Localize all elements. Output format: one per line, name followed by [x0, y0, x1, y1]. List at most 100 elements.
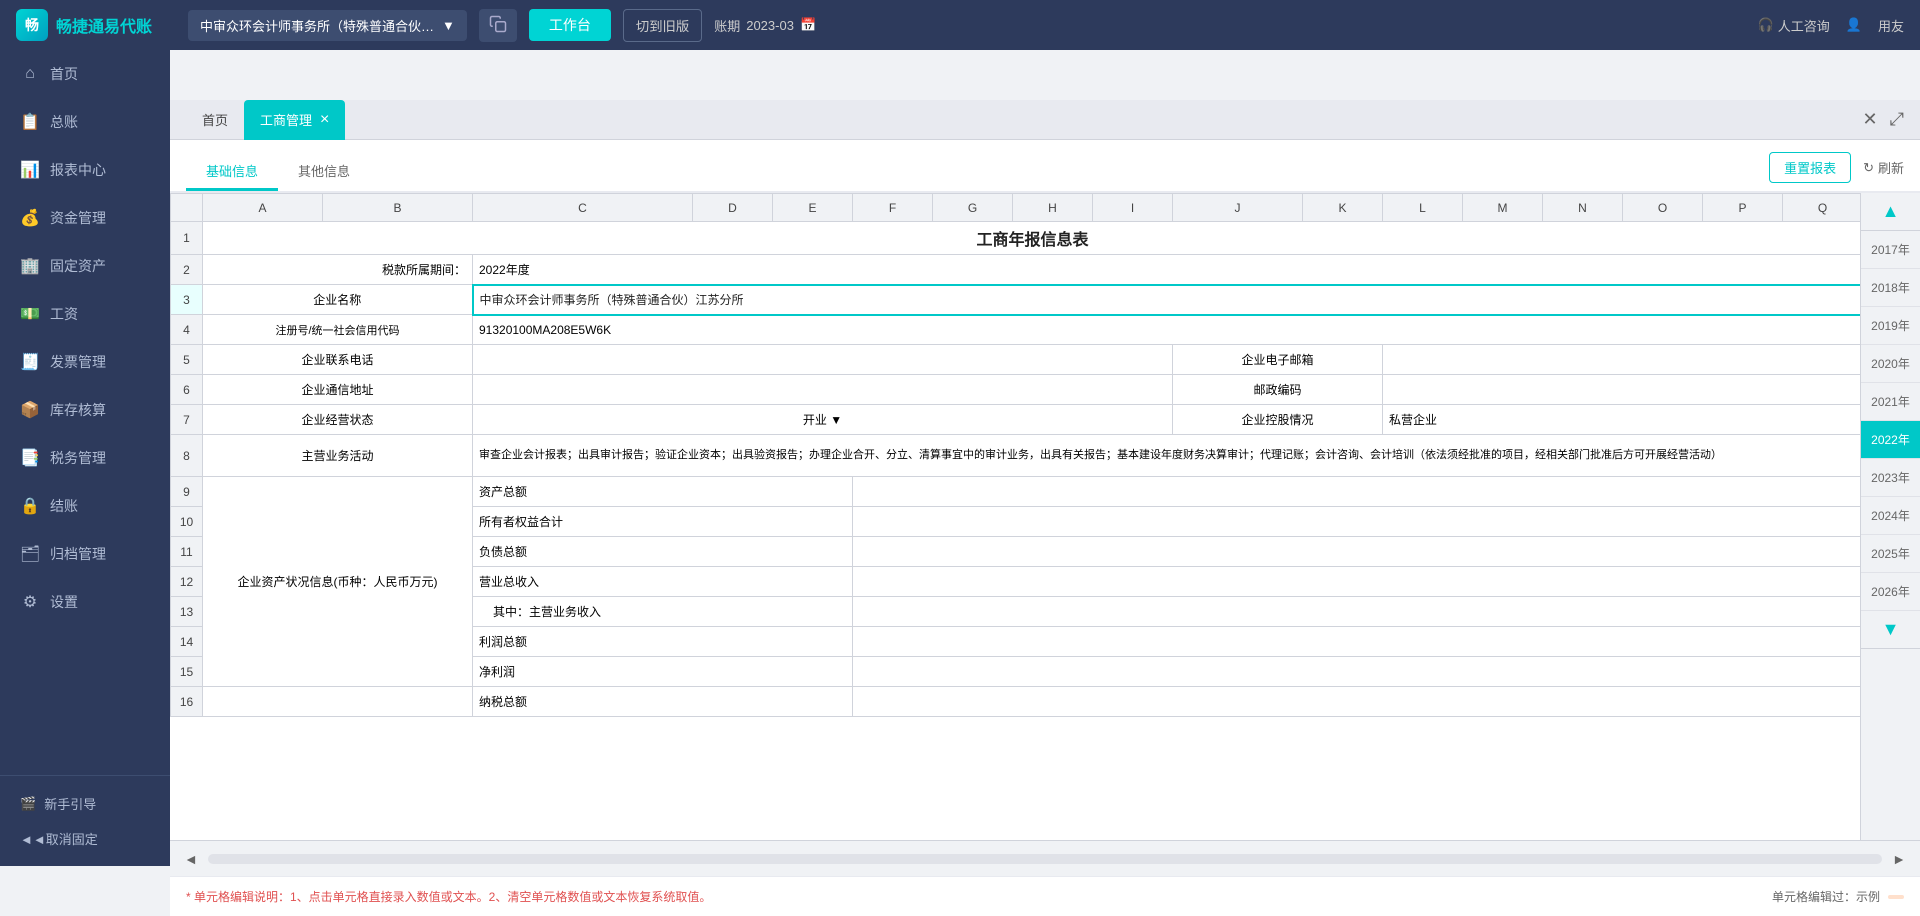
- year-item-2023[interactable]: 2023年: [1861, 459, 1920, 497]
- year-item-2024[interactable]: 2024年: [1861, 497, 1920, 535]
- support-button[interactable]: 🎧 人工咨询: [1758, 16, 1830, 35]
- sidebar-item-finance[interactable]: 💰 资金管理: [0, 194, 170, 242]
- refresh-button[interactable]: ↻ 刷新: [1863, 158, 1904, 177]
- cell-8-AB[interactable]: 主营业务活动: [203, 435, 473, 477]
- reset-report-button[interactable]: 重置报表: [1769, 152, 1851, 183]
- cell-7-C[interactable]: 开业 ▼: [473, 405, 1173, 435]
- cell-6-J[interactable]: 邮政编码: [1173, 375, 1383, 405]
- col-header-D[interactable]: D: [693, 194, 773, 222]
- close-tab-icon[interactable]: ✕: [1863, 109, 1878, 130]
- cell-11-C[interactable]: 负债总额: [473, 537, 853, 567]
- cell-13-C[interactable]: 其中：主营业务收入: [473, 597, 853, 627]
- col-header-H[interactable]: H: [1013, 194, 1093, 222]
- sidebar-item-tax[interactable]: 📑 税务管理: [0, 434, 170, 482]
- col-header-M[interactable]: M: [1463, 194, 1543, 222]
- cell-15-C[interactable]: 净利润: [473, 657, 853, 687]
- sidebar-item-asset[interactable]: 🏢 固定资产: [0, 242, 170, 290]
- year-up-button[interactable]: ▲: [1861, 193, 1920, 231]
- cell-7-AB[interactable]: 企业经营状态: [203, 405, 473, 435]
- unpin-button[interactable]: ◄◄取消固定: [20, 821, 150, 856]
- cell-6-L[interactable]: [1383, 375, 1861, 405]
- year-down-button[interactable]: ▼: [1861, 611, 1920, 649]
- tab-home[interactable]: 首页: [186, 100, 244, 140]
- cell-5-C[interactable]: [473, 345, 1173, 375]
- sidebar-item-archive[interactable]: 🗂 归档管理: [0, 530, 170, 578]
- workbench-button[interactable]: 工作台: [529, 9, 611, 41]
- row-header: 7: [171, 405, 203, 435]
- cell-6-AB[interactable]: 企业通信地址: [203, 375, 473, 405]
- cell-2-AB[interactable]: 税款所属期间：: [203, 255, 473, 285]
- sheet-title-cell[interactable]: 工商年报信息表: [203, 222, 1861, 255]
- cell-6-C[interactable]: [473, 375, 1173, 405]
- year-item-2025[interactable]: 2025年: [1861, 535, 1920, 573]
- col-header-J[interactable]: J: [1173, 194, 1303, 222]
- old-version-button[interactable]: 切到旧版: [623, 9, 702, 42]
- sidebar-item-payroll[interactable]: 💵 工资: [0, 290, 170, 338]
- expand-tab-icon[interactable]: ⤢: [1890, 109, 1904, 130]
- sidebar-item-close[interactable]: 🔒 结账: [0, 482, 170, 530]
- col-header-I[interactable]: I: [1093, 194, 1173, 222]
- cell-5-L[interactable]: [1383, 345, 1861, 375]
- col-header-L[interactable]: L: [1383, 194, 1463, 222]
- col-header-N[interactable]: N: [1543, 194, 1623, 222]
- sidebar-item-settings[interactable]: ⚙ 设置: [0, 578, 170, 626]
- sidebar-item-inventory[interactable]: 📦 库存核算: [0, 386, 170, 434]
- cell-12-C[interactable]: 营业总收入: [473, 567, 853, 597]
- year-item-2020[interactable]: 2020年: [1861, 345, 1920, 383]
- cell-10-C[interactable]: 所有者权益合计: [473, 507, 853, 537]
- year-item-2022[interactable]: 2022年: [1861, 421, 1920, 459]
- col-header-O[interactable]: O: [1623, 194, 1703, 222]
- company-selector[interactable]: 中审众环会计师事务所（特殊普通合伙… ▼: [188, 10, 467, 41]
- cell-12-F[interactable]: [853, 567, 1861, 597]
- sidebar-item-invoice[interactable]: 🧾 发票管理: [0, 338, 170, 386]
- cell-10-F[interactable]: [853, 507, 1861, 537]
- cell-9-AB[interactable]: 企业资产状况信息(币种：人民币万元): [203, 477, 473, 687]
- cell-5-J[interactable]: 企业电子邮箱: [1173, 345, 1383, 375]
- col-header-C[interactable]: C: [473, 194, 693, 222]
- sidebar-item-home[interactable]: ⌂ 首页: [0, 50, 170, 98]
- col-header-F[interactable]: F: [853, 194, 933, 222]
- col-header-Q[interactable]: Q: [1783, 194, 1861, 222]
- col-header-A[interactable]: A: [203, 194, 323, 222]
- col-header-G[interactable]: G: [933, 194, 1013, 222]
- cell-8-C[interactable]: 审查企业会计报表；出具审计报告；验证企业资本；出具验资报告；办理企业合开、分立、…: [473, 435, 1861, 477]
- tab-close-button[interactable]: ×: [320, 112, 329, 128]
- cell-3-AB[interactable]: 企业名称: [203, 285, 473, 315]
- year-item-2017[interactable]: 2017年: [1861, 231, 1920, 269]
- col-header-P[interactable]: P: [1703, 194, 1783, 222]
- year-item-2019[interactable]: 2019年: [1861, 307, 1920, 345]
- sidebar-item-ledger[interactable]: 📋 总账: [0, 98, 170, 146]
- cell-7-L[interactable]: 私营企业: [1383, 405, 1861, 435]
- cell-7-J[interactable]: 企业控股情况: [1173, 405, 1383, 435]
- year-item-2021[interactable]: 2021年: [1861, 383, 1920, 421]
- subtab-basic[interactable]: 基础信息: [186, 153, 278, 191]
- col-header-K[interactable]: K: [1303, 194, 1383, 222]
- cell-4-AB[interactable]: 注册号/统一社会信用代码: [203, 315, 473, 345]
- col-header-B[interactable]: B: [323, 194, 473, 222]
- cell-3-C[interactable]: 中审众环会计师事务所（特殊普通合伙）江苏分所: [473, 285, 1861, 315]
- cell-16-AB[interactable]: [203, 687, 473, 717]
- cell-14-F[interactable]: [853, 627, 1861, 657]
- cell-16-F[interactable]: [853, 687, 1861, 717]
- cell-16-C[interactable]: 纳税总额: [473, 687, 853, 717]
- cell-4-C[interactable]: 91320100MA208E5W6K: [473, 315, 1861, 345]
- subtab-other[interactable]: 其他信息: [278, 153, 370, 191]
- cell-15-F[interactable]: [853, 657, 1861, 687]
- cell-9-C[interactable]: 资产总额: [473, 477, 853, 507]
- sidebar-item-report[interactable]: 📊 报表中心: [0, 146, 170, 194]
- calendar-icon[interactable]: 📅: [800, 17, 816, 33]
- year-item-2026[interactable]: 2026年: [1861, 573, 1920, 611]
- cell-13-F[interactable]: [853, 597, 1861, 627]
- new-user-button[interactable]: 🎬 新手引导: [20, 786, 150, 821]
- cell-11-F[interactable]: [853, 537, 1861, 567]
- cell-14-C[interactable]: 利润总额: [473, 627, 853, 657]
- cell-5-AB[interactable]: 企业联系电话: [203, 345, 473, 375]
- tab-business[interactable]: 工商管理 ×: [244, 100, 345, 140]
- spreadsheet-wrapper[interactable]: A B C D E F G H I J K L M: [170, 193, 1860, 840]
- cell-2-C[interactable]: 2022年度: [473, 255, 1861, 285]
- col-header-E[interactable]: E: [773, 194, 853, 222]
- h-scrollbar-track[interactable]: [208, 854, 1882, 864]
- copy-button[interactable]: [479, 9, 517, 42]
- year-item-2018[interactable]: 2018年: [1861, 269, 1920, 307]
- cell-9-F[interactable]: [853, 477, 1861, 507]
